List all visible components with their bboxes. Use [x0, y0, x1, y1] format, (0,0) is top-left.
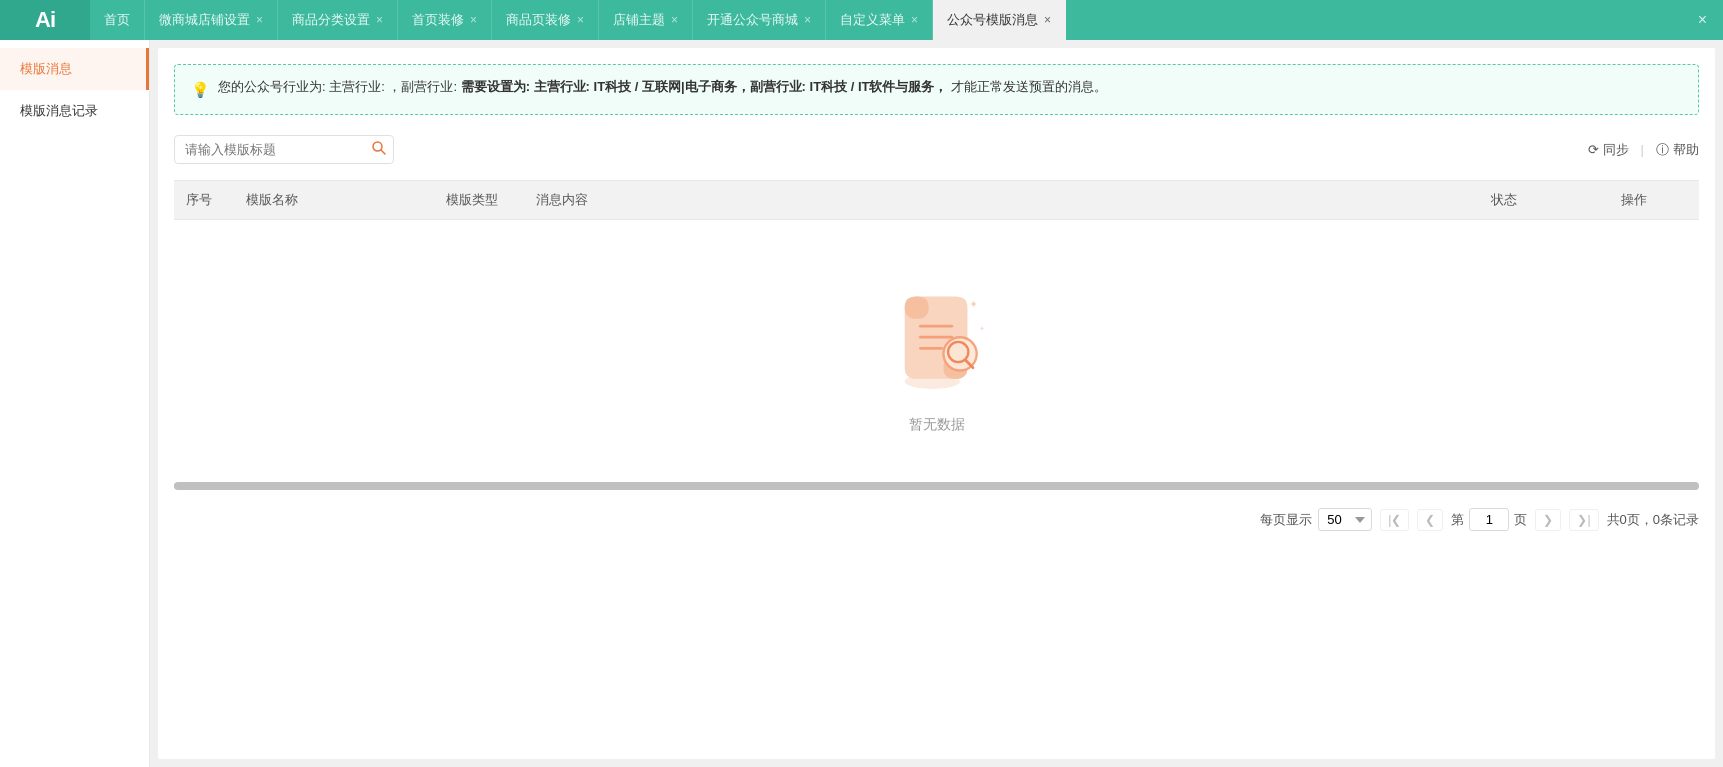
- close-tab-store-theme[interactable]: ×: [671, 13, 678, 27]
- tab-open-mall[interactable]: 开通公众号商城 ×: [693, 0, 826, 40]
- help-button[interactable]: ⓘ 帮助: [1656, 141, 1699, 159]
- toolbar-divider: |: [1641, 142, 1644, 157]
- col-actions: 操作: [1609, 181, 1699, 220]
- prev-page-button[interactable]: ❮: [1417, 509, 1443, 531]
- tab-custom-menu[interactable]: 自定义菜单 ×: [826, 0, 933, 40]
- total-info: 共0页，0条记录: [1607, 511, 1699, 529]
- page-input-wrap: 第 页: [1451, 508, 1527, 531]
- top-nav: Ai 首页 微商城店铺设置 × 商品分类设置 × 首页装修 × 商品页装修 × …: [0, 0, 1723, 40]
- scrollbar-thumb[interactable]: [174, 482, 1699, 490]
- tab-home[interactable]: 首页: [90, 0, 145, 40]
- main-layout: 模版消息 模版消息记录 💡 您的公众号行业为: 主营行业: ，副营行业: 需要设…: [0, 40, 1723, 767]
- content-area: 💡 您的公众号行业为: 主营行业: ，副营行业: 需要设置为: 主营行业: IT…: [158, 48, 1715, 759]
- close-tab-home-decor[interactable]: ×: [470, 13, 477, 27]
- toolbar-right: ⟳ 同步 | ⓘ 帮助: [1588, 141, 1699, 159]
- search-icon: [372, 141, 386, 155]
- table-body: ✦ ✦ 暂无数据: [174, 220, 1699, 475]
- close-tab-product-decor[interactable]: ×: [577, 13, 584, 27]
- close-tab-category[interactable]: ×: [376, 13, 383, 27]
- empty-text: 暂无数据: [909, 416, 965, 434]
- sync-button[interactable]: ⟳ 同步: [1588, 141, 1629, 159]
- page-label-after: 页: [1514, 511, 1527, 529]
- table-header: 序号 模版名称 模版类型 消息内容 状态 操作: [174, 181, 1699, 220]
- col-content: 消息内容: [524, 181, 1479, 220]
- col-type: 模版类型: [434, 181, 524, 220]
- help-icon: ⓘ: [1656, 141, 1669, 159]
- tab-template-message[interactable]: 公众号模版消息 ×: [933, 0, 1066, 40]
- search-button[interactable]: [372, 141, 386, 158]
- search-bar: ⟳ 同步 | ⓘ 帮助: [174, 135, 1699, 164]
- col-index: 序号: [174, 181, 234, 220]
- global-close-button[interactable]: ×: [1682, 11, 1723, 29]
- tab-bar: 首页 微商城店铺设置 × 商品分类设置 × 首页装修 × 商品页装修 × 店铺主…: [90, 0, 1682, 40]
- data-table: 序号 模版名称 模版类型 消息内容 状态 操作: [174, 180, 1699, 474]
- search-input[interactable]: [174, 135, 394, 164]
- info-banner: 💡 您的公众号行业为: 主营行业: ，副营行业: 需要设置为: 主营行业: IT…: [174, 64, 1699, 115]
- page-size-label: 每页显示: [1260, 511, 1312, 529]
- page-size-wrap: 每页显示 10 20 50 100: [1260, 508, 1372, 531]
- svg-text:✦: ✦: [978, 324, 984, 333]
- sidebar-item-template-record[interactable]: 模版消息记录: [0, 90, 149, 132]
- svg-text:✦: ✦: [969, 298, 978, 310]
- close-tab-custom-menu[interactable]: ×: [911, 13, 918, 27]
- svg-line-1: [381, 150, 385, 154]
- sidebar: 模版消息 模版消息记录: [0, 40, 150, 767]
- bulb-icon: 💡: [191, 78, 210, 102]
- search-input-wrap: [174, 135, 394, 164]
- close-tab-open-mall[interactable]: ×: [804, 13, 811, 27]
- page-number-input[interactable]: [1469, 508, 1509, 531]
- col-name: 模版名称: [234, 181, 434, 220]
- tab-store-theme[interactable]: 店铺主题 ×: [599, 0, 693, 40]
- first-page-button[interactable]: |❮: [1380, 509, 1409, 531]
- horizontal-scrollbar[interactable]: [174, 482, 1699, 490]
- sync-icon: ⟳: [1588, 142, 1599, 157]
- pagination: 每页显示 10 20 50 100 |❮ ❮ 第 页 ❯ ❯| 共0页，0条记录: [174, 498, 1699, 535]
- close-tab-template-message[interactable]: ×: [1044, 13, 1051, 27]
- tab-shop-settings[interactable]: 微商城店铺设置 ×: [145, 0, 278, 40]
- sidebar-item-template-msg[interactable]: 模版消息: [0, 48, 149, 90]
- empty-state-row: ✦ ✦ 暂无数据: [174, 220, 1699, 475]
- next-page-button[interactable]: ❯: [1535, 509, 1561, 531]
- tab-category-settings[interactable]: 商品分类设置 ×: [278, 0, 398, 40]
- close-tab-shop-settings[interactable]: ×: [256, 13, 263, 27]
- info-banner-text: 您的公众号行业为: 主营行业: ，副营行业: 需要设置为: 主营行业: IT科技…: [218, 77, 1107, 98]
- tab-product-decor[interactable]: 商品页装修 ×: [492, 0, 599, 40]
- empty-state: ✦ ✦ 暂无数据: [174, 220, 1699, 474]
- col-status: 状态: [1479, 181, 1609, 220]
- page-size-select[interactable]: 10 20 50 100: [1318, 508, 1372, 531]
- table-header-row: 序号 模版名称 模版类型 消息内容 状态 操作: [174, 181, 1699, 220]
- tab-home-decor[interactable]: 首页装修 ×: [398, 0, 492, 40]
- logo: Ai: [0, 0, 90, 40]
- last-page-button[interactable]: ❯|: [1569, 509, 1598, 531]
- page-label-before: 第: [1451, 511, 1464, 529]
- empty-illustration: ✦ ✦: [877, 280, 997, 400]
